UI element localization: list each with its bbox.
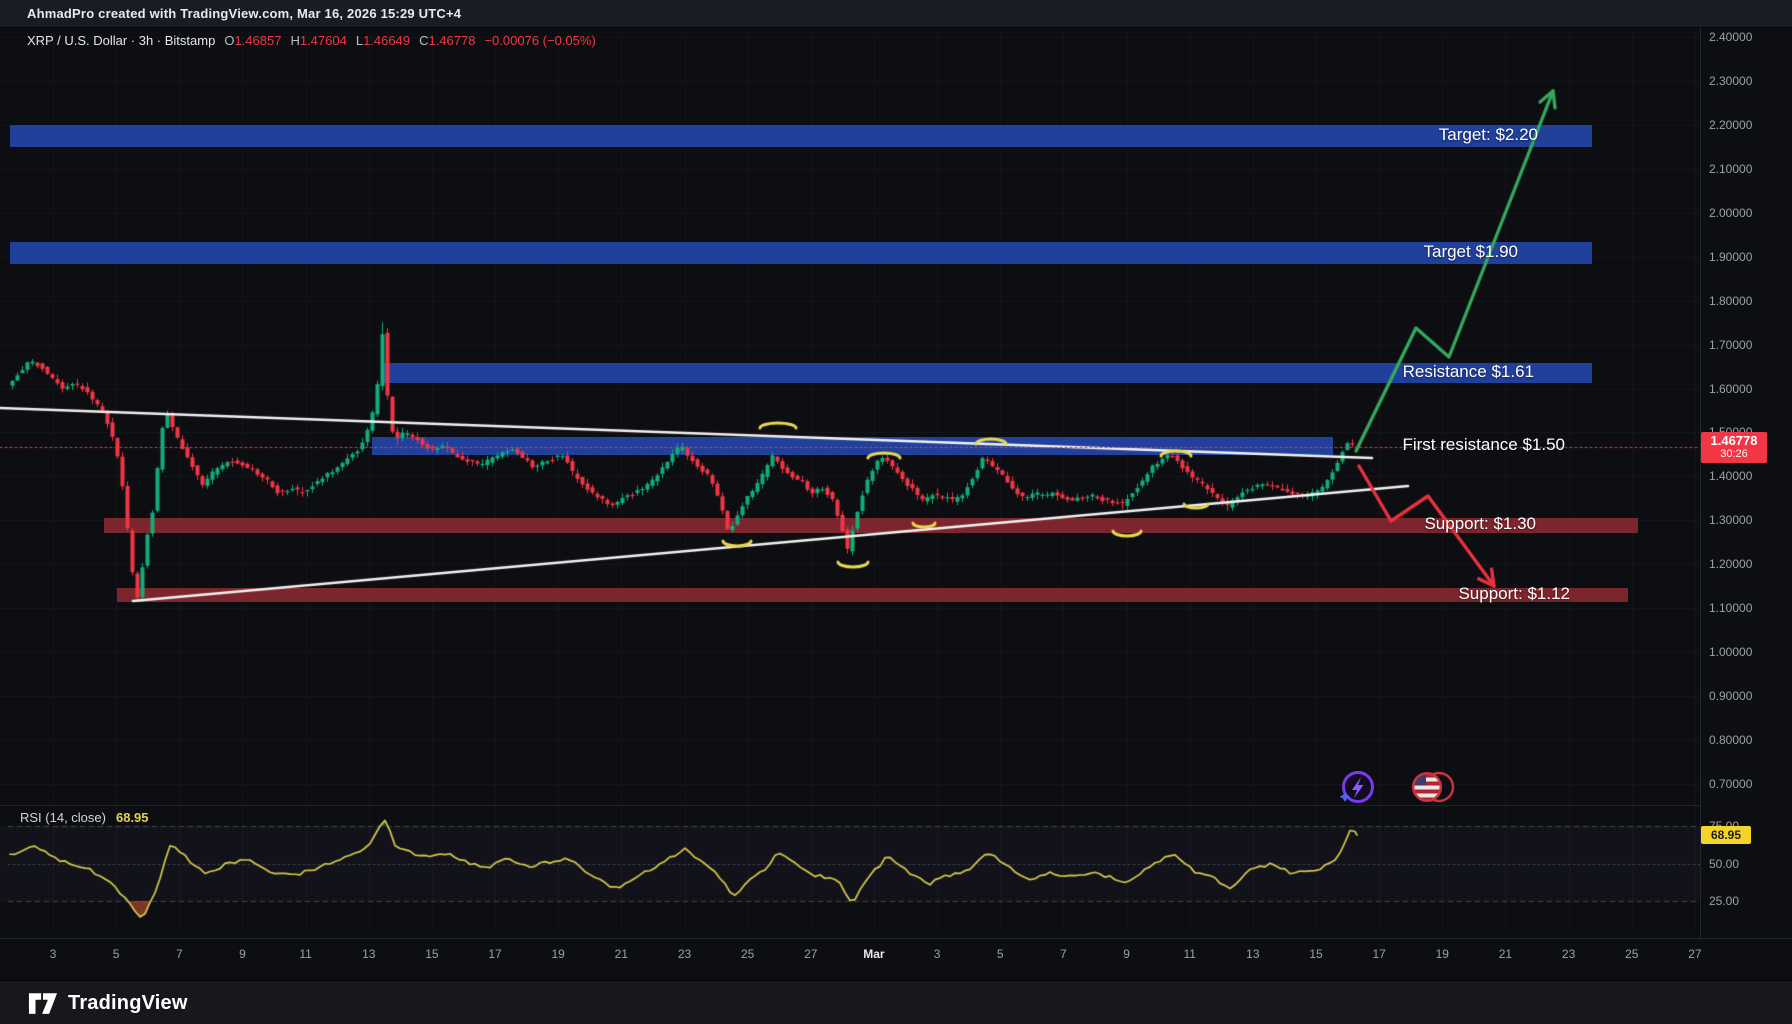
attribution-text: AhmadPro created with TradingView.com, M…	[27, 6, 461, 21]
time-tick-5: 5	[113, 947, 120, 961]
price-tick-2.40000: 2.40000	[1709, 30, 1752, 44]
low-value: 1.46649	[363, 33, 410, 48]
footer-bar: TradingView	[0, 980, 1792, 1024]
change-value: −0.00076 (−0.05%)	[484, 33, 595, 48]
time-tick-3: 3	[934, 947, 941, 961]
zone-label-first-resistance-1-50: First resistance $1.50	[1402, 435, 1565, 455]
time-tick-3: 3	[50, 947, 57, 961]
time-tick-9: 9	[1123, 947, 1130, 961]
time-tick-13: 13	[1246, 947, 1259, 961]
time-tick-21: 21	[615, 947, 628, 961]
price-tick-2.10000: 2.10000	[1709, 162, 1752, 176]
rsi-label[interactable]: RSI (14, close)	[20, 810, 106, 825]
tradingview-brand-text: TradingView	[68, 992, 188, 1015]
price-tick-0.80000: 0.80000	[1709, 733, 1752, 747]
rsi-value: 68.95	[116, 810, 149, 825]
time-tick-11: 11	[1183, 947, 1195, 961]
low-label: L	[356, 33, 363, 48]
time-tick-27: 27	[804, 947, 817, 961]
time-tick-23: 23	[1562, 947, 1575, 961]
zone-label-resistance-1-61: Resistance $1.61	[1403, 362, 1534, 382]
price-tick-1.30000: 1.30000	[1709, 513, 1752, 527]
time-axis[interactable]: 3 5 7 9 11 13 15 17 19 21 23 25 27 Mar 3 5 7 9 11 13 15 17 19 2…	[0, 938, 1792, 981]
price-tick-1.70000: 1.70000	[1709, 338, 1752, 352]
price-tick-1.80000: 1.80000	[1709, 294, 1752, 308]
high-value: 1.47604	[300, 33, 347, 48]
price-tick-2.30000: 2.30000	[1709, 74, 1752, 88]
rsi-badge-value: 68.95	[1711, 828, 1741, 842]
zone-label-target-1-90: Target $1.90	[1423, 242, 1518, 262]
time-tick-19: 19	[1436, 947, 1449, 961]
time-tick-23: 23	[678, 947, 691, 961]
price-tick-1.10000: 1.10000	[1709, 601, 1752, 615]
current-price-value: 1.46778	[1701, 434, 1767, 448]
zone-label-target-2-20: Target: $2.20	[1439, 125, 1538, 145]
time-tick-7: 7	[176, 947, 183, 961]
bar-countdown: 30:26	[1701, 448, 1767, 460]
price-tick-1.20000: 1.20000	[1709, 557, 1752, 571]
zone-label-support-1-30: Support: $1.30	[1424, 514, 1536, 534]
attribution-bar: AhmadPro created with TradingView.com, M…	[0, 0, 1792, 28]
flash-event-icon[interactable]	[1338, 767, 1378, 812]
time-tick-27: 27	[1688, 947, 1701, 961]
current-price-badge[interactable]: 1.46778 30:26	[1701, 432, 1767, 463]
tradingview-logo-mark	[28, 992, 58, 1015]
time-tick-11: 11	[299, 947, 311, 961]
price-tick-1.90000: 1.90000	[1709, 250, 1752, 264]
price-tick-1.60000: 1.60000	[1709, 382, 1752, 396]
time-tick-9: 9	[239, 947, 246, 961]
time-tick-5: 5	[997, 947, 1004, 961]
price-tick-1.00000: 1.00000	[1709, 645, 1752, 659]
symbol-title[interactable]: XRP / U.S. Dollar · 3h · Bitstamp	[27, 33, 215, 48]
time-tick-25: 25	[741, 947, 754, 961]
close-value: 1.46778	[428, 33, 475, 48]
rsi-indicator-legend[interactable]: RSI (14, close) 68.95	[20, 810, 149, 825]
time-tick-15: 15	[425, 947, 438, 961]
price-tick-0.90000: 0.90000	[1709, 689, 1752, 703]
us-flag-event-icon[interactable]	[1412, 770, 1456, 809]
tradingview-chart-window: Target: $2.20 Target $1.90 Resistance $1…	[0, 0, 1792, 1024]
price-tick-2.20000: 2.20000	[1709, 118, 1752, 132]
high-label: H	[290, 33, 299, 48]
rsi-tick-50.00: 50.00	[1709, 857, 1739, 871]
rsi-tick-25.00: 25.00	[1709, 894, 1739, 908]
time-tick-Mar: Mar	[863, 947, 884, 961]
price-tick-0.70000: 0.70000	[1709, 777, 1752, 791]
time-tick-7: 7	[1060, 947, 1067, 961]
open-label: O	[224, 33, 234, 48]
pane-separator[interactable]	[0, 805, 1792, 806]
time-tick-15: 15	[1309, 947, 1322, 961]
price-pane-canvas[interactable]	[0, 0, 1792, 1024]
time-tick-17: 17	[488, 947, 501, 961]
price-tick-1.40000: 1.40000	[1709, 469, 1752, 483]
zone-label-support-1-12: Support: $1.12	[1458, 584, 1570, 604]
time-tick-17: 17	[1372, 947, 1385, 961]
rsi-value-badge[interactable]: 68.95	[1701, 826, 1751, 844]
symbol-legend[interactable]: XRP / U.S. Dollar · 3h · Bitstamp O1.468…	[27, 33, 596, 48]
time-tick-19: 19	[552, 947, 565, 961]
open-value: 1.46857	[234, 33, 281, 48]
price-axis[interactable]: 2.40000 2.30000 2.20000 2.10000 2.00000 1.900…	[1700, 27, 1792, 938]
time-tick-13: 13	[362, 947, 375, 961]
price-tick-2.00000: 2.00000	[1709, 206, 1752, 220]
time-tick-25: 25	[1625, 947, 1638, 961]
tradingview-logo[interactable]: TradingView	[28, 992, 188, 1015]
time-tick-21: 21	[1499, 947, 1512, 961]
